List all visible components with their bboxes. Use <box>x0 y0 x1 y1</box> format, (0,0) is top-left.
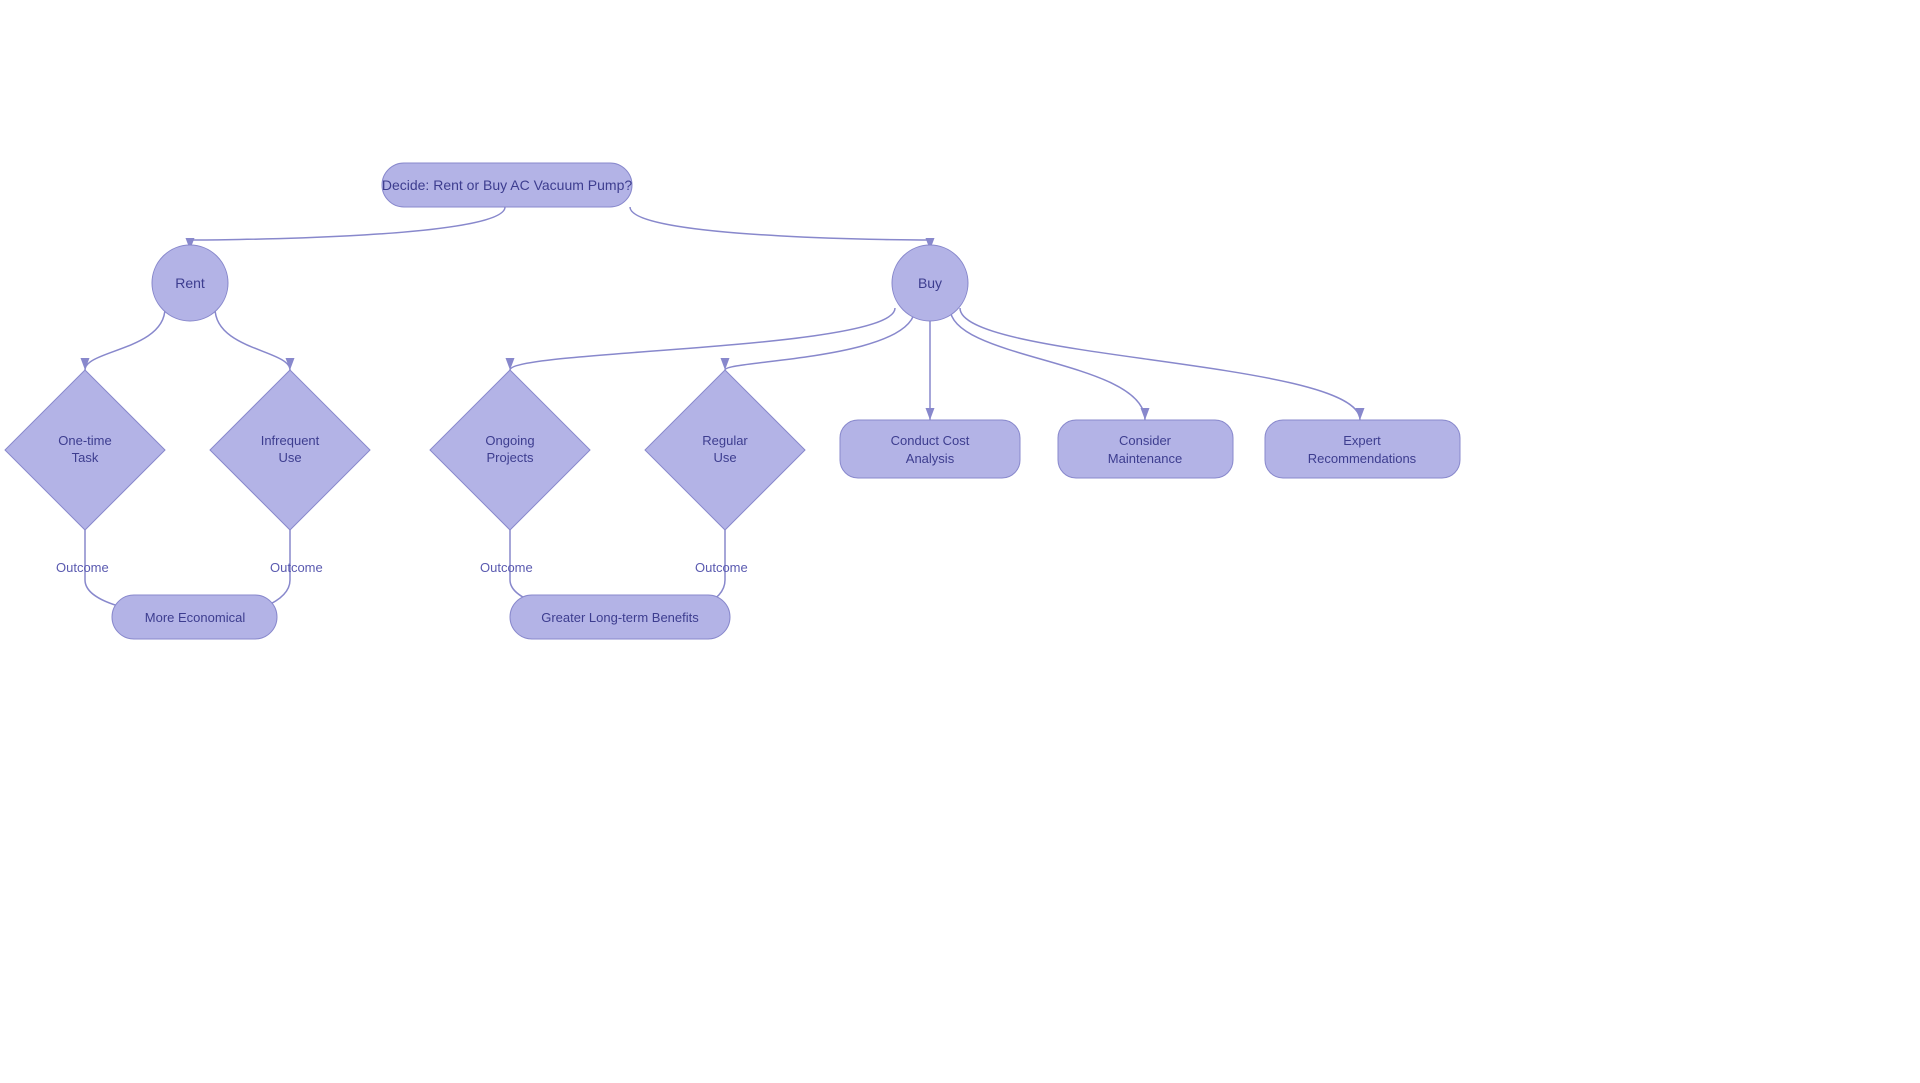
maintenance-label: Consider <box>1119 433 1172 448</box>
infrequent-use-label: Infrequent <box>261 433 320 448</box>
outcome-label-3: Outcome <box>480 560 533 575</box>
ongoing-projects-label: Ongoing <box>485 433 534 448</box>
svg-text:Use: Use <box>278 450 301 465</box>
outcome-label-2: Outcome <box>270 560 323 575</box>
expert-recs-label: Expert <box>1343 433 1381 448</box>
rent-label: Rent <box>175 275 205 291</box>
flowchart-svg: Decide: Rent or Buy AC Vacuum Pump? Rent… <box>0 0 1920 1083</box>
svg-text:Task: Task <box>72 450 99 465</box>
svg-text:Use: Use <box>713 450 736 465</box>
diagram-container: Decide: Rent or Buy AC Vacuum Pump? Rent… <box>0 0 1920 1083</box>
svg-text:Recommendations: Recommendations <box>1308 451 1417 466</box>
svg-text:Analysis: Analysis <box>906 451 955 466</box>
outcome-label-4: Outcome <box>695 560 748 575</box>
regular-use-label: Regular <box>702 433 748 448</box>
more-economical-label: More Economical <box>145 610 246 625</box>
one-time-task-label: One-time <box>58 433 111 448</box>
root-label: Decide: Rent or Buy AC Vacuum Pump? <box>382 177 633 193</box>
outcome-label-1: Outcome <box>56 560 109 575</box>
cost-analysis-label: Conduct Cost <box>891 433 970 448</box>
svg-text:Maintenance: Maintenance <box>1108 451 1182 466</box>
buy-label: Buy <box>918 275 942 291</box>
svg-text:Projects: Projects <box>487 450 534 465</box>
long-term-benefits-label: Greater Long-term Benefits <box>541 610 699 625</box>
